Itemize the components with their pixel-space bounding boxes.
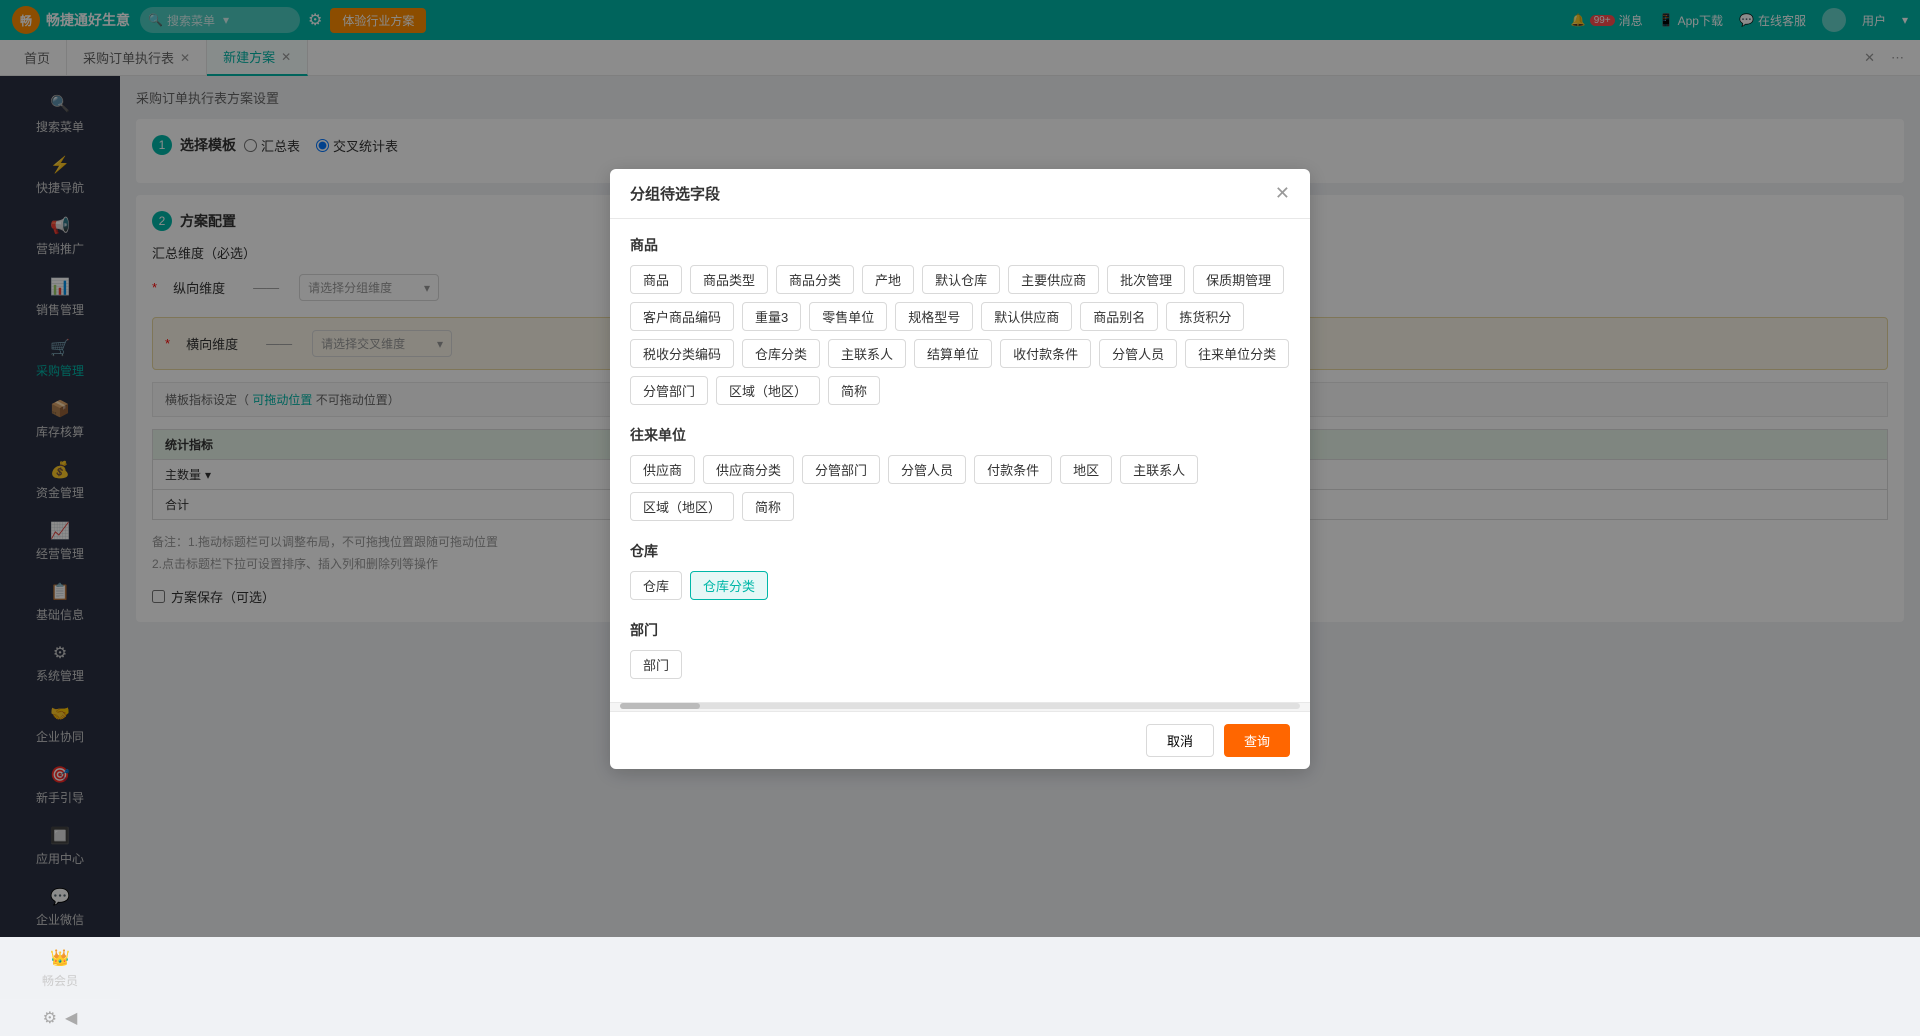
section-counterpart: 往来单位 供应商 供应商分类 分管部门 分管人员 付款条件 地区 主联系人 区域… [630, 425, 1290, 521]
section-department-title: 部门 [630, 620, 1290, 640]
tag-mgr-dept[interactable]: 分管部门 [802, 455, 880, 484]
tag-region[interactable]: 区域（地区） [716, 376, 820, 405]
dialog-overlay: 分组待选字段 ✕ 商品 商品 商品类型 商品分类 产地 默认仓库 主要供应商 批… [0, 0, 1920, 937]
tag-region2[interactable]: 区域（地区） [630, 492, 734, 521]
tag-counterpart-cat[interactable]: 往来单位分类 [1185, 339, 1289, 368]
tag-settlement-unit[interactable]: 结算单位 [914, 339, 992, 368]
tag-supplier-cat[interactable]: 供应商分类 [703, 455, 794, 484]
section-counterpart-tags: 供应商 供应商分类 分管部门 分管人员 付款条件 地区 主联系人 区域（地区） … [630, 455, 1290, 521]
tag-tax-code[interactable]: 税收分类编码 [630, 339, 734, 368]
tag-main-supplier[interactable]: 主要供应商 [1008, 265, 1099, 294]
dialog-header: 分组待选字段 ✕ [610, 169, 1310, 219]
section-warehouse: 仓库 仓库 仓库分类 [630, 541, 1290, 600]
tag-goods[interactable]: 商品 [630, 265, 682, 294]
confirm-button[interactable]: 查询 [1224, 724, 1290, 757]
tag-goods-category[interactable]: 商品分类 [776, 265, 854, 294]
tag-shelf-life[interactable]: 保质期管理 [1193, 265, 1284, 294]
tag-warehouse-type[interactable]: 仓库分类 [690, 571, 768, 600]
tag-department[interactable]: 部门 [630, 650, 682, 679]
hscroll-thumb[interactable] [620, 703, 700, 709]
section-counterpart-title: 往来单位 [630, 425, 1290, 445]
tag-main-contact2[interactable]: 主联系人 [1120, 455, 1198, 484]
tag-warehouse[interactable]: 仓库 [630, 571, 682, 600]
dialog-close-btn[interactable]: ✕ [1275, 183, 1290, 204]
tag-goods-type[interactable]: 商品类型 [690, 265, 768, 294]
tag-weight3[interactable]: 重量3 [742, 302, 801, 331]
tag-customer-code[interactable]: 客户商品编码 [630, 302, 734, 331]
tag-batch-mgmt[interactable]: 批次管理 [1107, 265, 1185, 294]
tag-spec-model[interactable]: 规格型号 [895, 302, 973, 331]
section-warehouse-tags: 仓库 仓库分类 [630, 571, 1290, 600]
dialog: 分组待选字段 ✕ 商品 商品 商品类型 商品分类 产地 默认仓库 主要供应商 批… [610, 169, 1310, 769]
section-goods-title: 商品 [630, 235, 1290, 255]
tag-area[interactable]: 地区 [1060, 455, 1112, 484]
tag-abbr2[interactable]: 简称 [742, 492, 794, 521]
dialog-footer: 取消 查询 [610, 711, 1310, 769]
tag-goods-alias[interactable]: 商品别名 [1080, 302, 1158, 331]
dialog-hscroll[interactable] [610, 702, 1310, 711]
tag-pay-terms[interactable]: 付款条件 [974, 455, 1052, 484]
tag-payment-terms[interactable]: 收付款条件 [1000, 339, 1091, 368]
tag-origin[interactable]: 产地 [862, 265, 914, 294]
section-department: 部门 部门 [630, 620, 1290, 679]
tag-main-contact[interactable]: 主联系人 [828, 339, 906, 368]
tag-warehouse-cat[interactable]: 仓库分类 [742, 339, 820, 368]
sidebar-label-member: 畅会员 [42, 972, 78, 989]
tag-dept[interactable]: 分管部门 [630, 376, 708, 405]
settings-bottom-icon[interactable]: ⚙ [43, 1008, 57, 1028]
tag-mgr-person[interactable]: 分管人员 [888, 455, 966, 484]
dialog-body: 商品 商品 商品类型 商品分类 产地 默认仓库 主要供应商 批次管理 保质期管理… [610, 219, 1310, 703]
tag-pick-points[interactable]: 拣货积分 [1166, 302, 1244, 331]
hscroll-track [620, 703, 1300, 709]
member-icon: 👑 [50, 948, 70, 968]
section-goods: 商品 商品 商品类型 商品分类 产地 默认仓库 主要供应商 批次管理 保质期管理… [630, 235, 1290, 405]
sidebar-item-member[interactable]: 👑 畅会员 [0, 938, 120, 999]
section-department-tags: 部门 [630, 650, 1290, 679]
tag-default-supplier[interactable]: 默认供应商 [981, 302, 1072, 331]
tag-abbr[interactable]: 简称 [828, 376, 880, 405]
section-goods-tags: 商品 商品类型 商品分类 产地 默认仓库 主要供应商 批次管理 保质期管理 客户… [630, 265, 1290, 405]
tag-retail-unit[interactable]: 零售单位 [809, 302, 887, 331]
dialog-title: 分组待选字段 [630, 183, 720, 204]
tag-supplier[interactable]: 供应商 [630, 455, 695, 484]
section-warehouse-title: 仓库 [630, 541, 1290, 561]
sidebar-bottom: ⚙ ◀ [0, 999, 120, 1036]
collapse-icon[interactable]: ◀ [65, 1008, 77, 1028]
tag-default-warehouse[interactable]: 默认仓库 [922, 265, 1000, 294]
cancel-button[interactable]: 取消 [1146, 724, 1214, 757]
tag-supervisor[interactable]: 分管人员 [1099, 339, 1177, 368]
